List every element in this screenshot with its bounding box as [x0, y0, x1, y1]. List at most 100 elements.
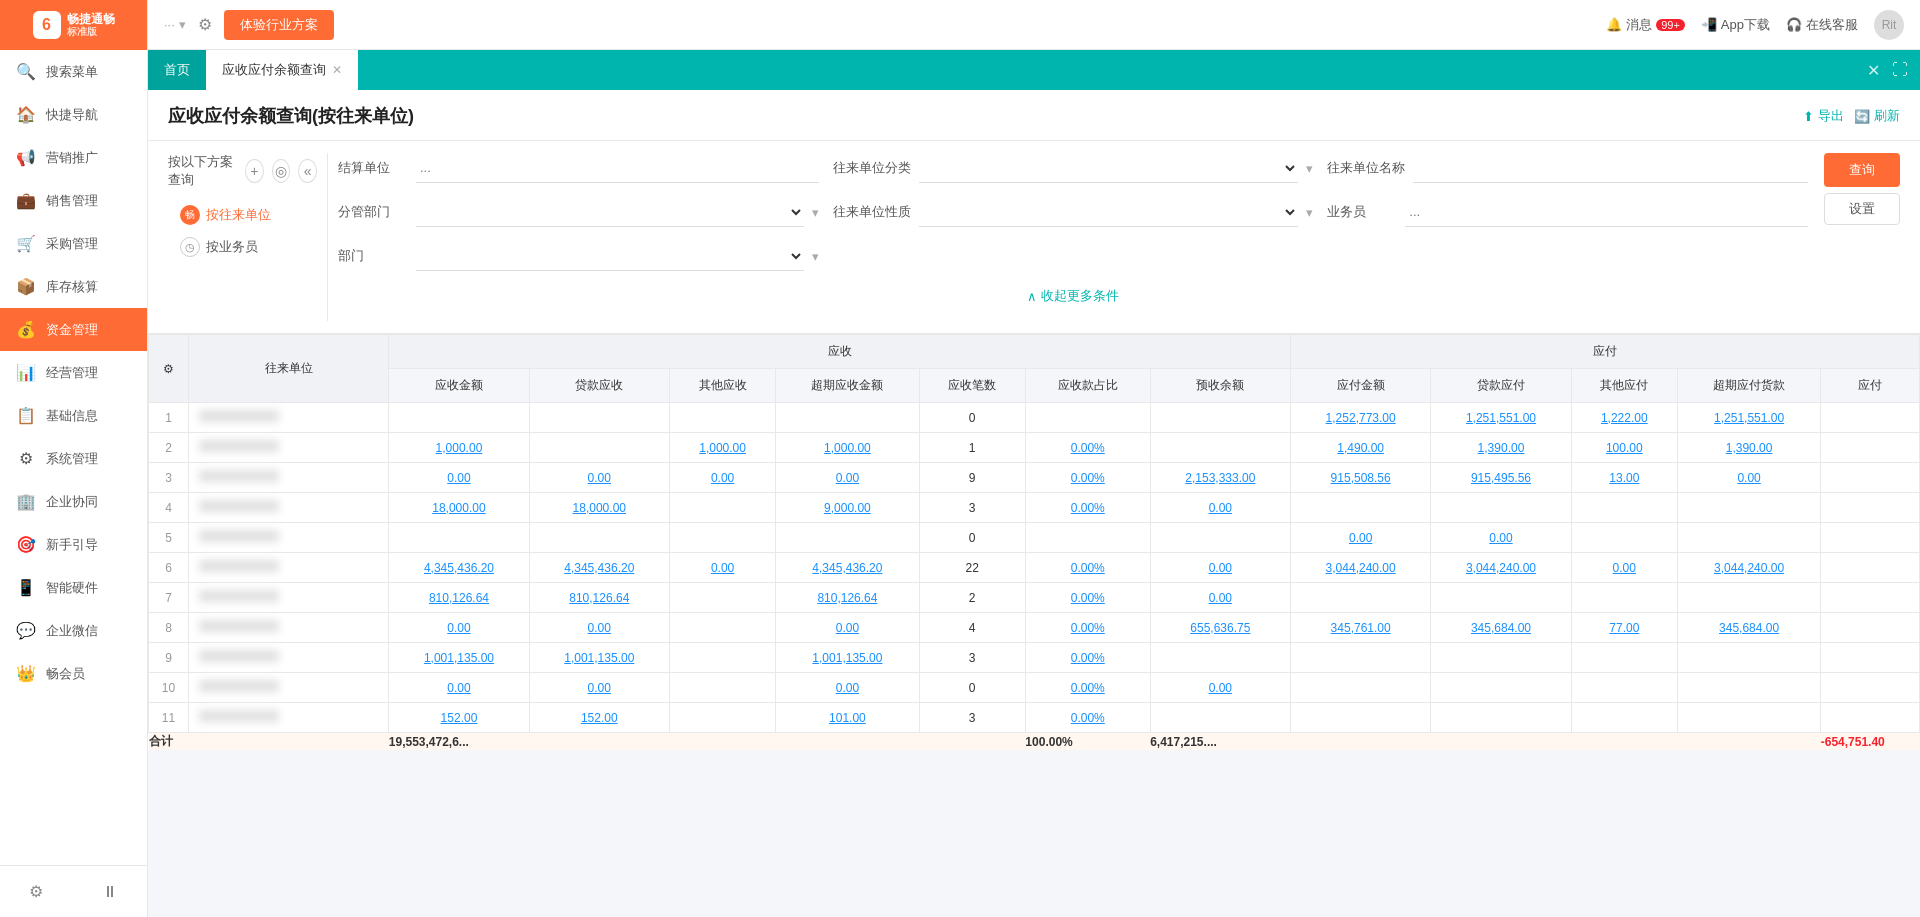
row-ap-loan[interactable]: 0.00: [1431, 523, 1571, 553]
sidebar-item-guide[interactable]: 🎯 新手引导: [0, 523, 147, 566]
sidebar-item-smart-hw[interactable]: 📱 智能硬件: [0, 566, 147, 609]
row-prepaid[interactable]: 2,153,333.00: [1150, 463, 1290, 493]
sidebar-item-member[interactable]: 👑 畅会员: [0, 652, 147, 695]
row-ar-amt[interactable]: 18,000.00: [389, 493, 529, 523]
row-ap-other[interactable]: 77.00: [1571, 613, 1677, 643]
tab-home[interactable]: 首页: [148, 50, 206, 90]
row-ar-overdue[interactable]: 810,126.64: [776, 583, 919, 613]
tab-close-window-icon[interactable]: ✕: [1867, 61, 1880, 80]
industry-plan-button[interactable]: 体验行业方案: [224, 10, 334, 40]
row-ap-overdue[interactable]: 1,251,551.00: [1677, 403, 1820, 433]
app-download-item[interactable]: 📲 App下载: [1701, 16, 1770, 34]
row-ar-pct[interactable]: 0.00%: [1025, 433, 1150, 463]
row-ap-other[interactable]: 0.00: [1571, 553, 1677, 583]
row-ap-other[interactable]: 100.00: [1571, 433, 1677, 463]
row-ar-amt[interactable]: 0.00: [389, 463, 529, 493]
row-ar-pct[interactable]: 0.00%: [1025, 463, 1150, 493]
row-ap-loan[interactable]: 345,684.00: [1431, 613, 1571, 643]
row-ap-amt[interactable]: 915,508.56: [1290, 463, 1430, 493]
row-ar-overdue[interactable]: 4,345,436.20: [776, 553, 919, 583]
sidebar-item-enterprise[interactable]: 🏢 企业协同: [0, 480, 147, 523]
row-ar-pct[interactable]: 0.00%: [1025, 673, 1150, 703]
customer-nature-select[interactable]: [919, 197, 1299, 227]
sidebar-item-purchase[interactable]: 🛒 采购管理: [0, 222, 147, 265]
row-ap-loan[interactable]: 915,495.56: [1431, 463, 1571, 493]
salesperson-input[interactable]: [1405, 197, 1808, 227]
sidebar-item-system[interactable]: ⚙ 系统管理: [0, 437, 147, 480]
filter-option-by-sales[interactable]: ◷ 按业务员: [168, 233, 317, 261]
row-ar-amt[interactable]: 0.00: [389, 613, 529, 643]
query-button[interactable]: 查询: [1824, 153, 1900, 187]
row-ar-amt[interactable]: 0.00: [389, 673, 529, 703]
row-ar-overdue[interactable]: 9,000.00: [776, 493, 919, 523]
filter-option-by-unit[interactable]: 畅 按往来单位: [168, 201, 317, 229]
row-ar-pct[interactable]: 0.00%: [1025, 643, 1150, 673]
sidebar-item-inventory[interactable]: 📦 库存核算: [0, 265, 147, 308]
row-ar-overdue[interactable]: 1,000.00: [776, 433, 919, 463]
tab-close-icon[interactable]: ✕: [332, 63, 342, 77]
department-select[interactable]: [416, 241, 804, 271]
row-ap-loan[interactable]: 1,251,551.00: [1431, 403, 1571, 433]
add-scheme-button[interactable]: +: [245, 159, 264, 183]
row-ar-loan[interactable]: 0.00: [529, 463, 669, 493]
row-ar-pct[interactable]: 0.00%: [1025, 583, 1150, 613]
row-ap-amt[interactable]: 3,044,240.00: [1290, 553, 1430, 583]
row-ar-other[interactable]: 0.00: [669, 553, 775, 583]
row-ar-loan[interactable]: 0.00: [529, 613, 669, 643]
row-ap-other[interactable]: 1,222.00: [1571, 403, 1677, 433]
row-ap-amt[interactable]: 0.00: [1290, 523, 1430, 553]
customer-category-select[interactable]: [919, 153, 1299, 183]
row-ap-amt[interactable]: 1,252,773.00: [1290, 403, 1430, 433]
row-ap-other[interactable]: 13.00: [1571, 463, 1677, 493]
row-ap-overdue[interactable]: 1,390.00: [1677, 433, 1820, 463]
user-avatar[interactable]: Rit: [1874, 10, 1904, 40]
row-ar-overdue[interactable]: 1,001,135.00: [776, 643, 919, 673]
row-ap-amt[interactable]: 1,490.00: [1290, 433, 1430, 463]
gear-header[interactable]: ⚙: [149, 335, 189, 403]
row-ar-loan[interactable]: 4,345,436.20: [529, 553, 669, 583]
row-ar-other[interactable]: 0.00: [669, 463, 775, 493]
row-ar-overdue[interactable]: 101.00: [776, 703, 919, 733]
sidebar-item-finance[interactable]: 💰 资金管理: [0, 308, 147, 351]
settings-footer-icon[interactable]: ⚙: [23, 876, 49, 907]
row-prepaid[interactable]: 0.00: [1150, 583, 1290, 613]
sidebar-item-operation[interactable]: 📊 经营管理: [0, 351, 147, 394]
row-ar-loan[interactable]: 0.00: [529, 673, 669, 703]
row-ar-amt[interactable]: 152.00: [389, 703, 529, 733]
row-ap-overdue[interactable]: 345,684.00: [1677, 613, 1820, 643]
row-ar-loan[interactable]: 1,001,135.00: [529, 643, 669, 673]
edit-scheme-button[interactable]: ◎: [272, 159, 291, 183]
refresh-button[interactable]: 🔄 刷新: [1854, 107, 1900, 125]
branch-dept-select[interactable]: [416, 197, 804, 227]
row-prepaid[interactable]: 0.00: [1150, 553, 1290, 583]
row-ar-overdue[interactable]: 0.00: [776, 463, 919, 493]
row-ar-loan[interactable]: 810,126.64: [529, 583, 669, 613]
tab-maximize-icon[interactable]: ⛶: [1892, 61, 1908, 79]
customer-name-input[interactable]: [1413, 153, 1808, 183]
sidebar-item-search-menu[interactable]: 🔍 搜索菜单: [0, 50, 147, 93]
sidebar-item-marketing[interactable]: 📢 营销推广: [0, 136, 147, 179]
sidebar-item-wechat[interactable]: 💬 企业微信: [0, 609, 147, 652]
sidebar-item-basic-info[interactable]: 📋 基础信息: [0, 394, 147, 437]
row-prepaid[interactable]: 0.00: [1150, 493, 1290, 523]
collapse-footer-icon[interactable]: ⏸: [96, 877, 124, 907]
row-ap-loan[interactable]: 1,390.00: [1431, 433, 1571, 463]
row-ap-overdue[interactable]: 0.00: [1677, 463, 1820, 493]
row-ap-loan[interactable]: 3,044,240.00: [1431, 553, 1571, 583]
sidebar-item-sales[interactable]: 💼 销售管理: [0, 179, 147, 222]
row-ar-other[interactable]: 1,000.00: [669, 433, 775, 463]
row-ar-amt[interactable]: 1,001,135.00: [389, 643, 529, 673]
online-service-item[interactable]: 🎧 在线客服: [1786, 16, 1858, 34]
table-gear-icon[interactable]: ⚙: [163, 362, 174, 376]
setting-button[interactable]: 设置: [1824, 193, 1900, 225]
export-button[interactable]: ⬆ 导出: [1803, 107, 1844, 125]
row-ar-pct[interactable]: 0.00%: [1025, 553, 1150, 583]
row-ar-pct[interactable]: 0.00%: [1025, 703, 1150, 733]
row-ap-overdue[interactable]: 3,044,240.00: [1677, 553, 1820, 583]
more-conditions-toggle[interactable]: ∧ 收起更多条件: [338, 279, 1808, 313]
notification-item[interactable]: 🔔 消息 99+: [1606, 16, 1685, 34]
row-ar-pct[interactable]: 0.00%: [1025, 613, 1150, 643]
settlement-unit-input[interactable]: [416, 153, 819, 183]
topbar-gear-icon[interactable]: ⚙: [198, 15, 212, 34]
row-ar-loan[interactable]: 18,000.00: [529, 493, 669, 523]
